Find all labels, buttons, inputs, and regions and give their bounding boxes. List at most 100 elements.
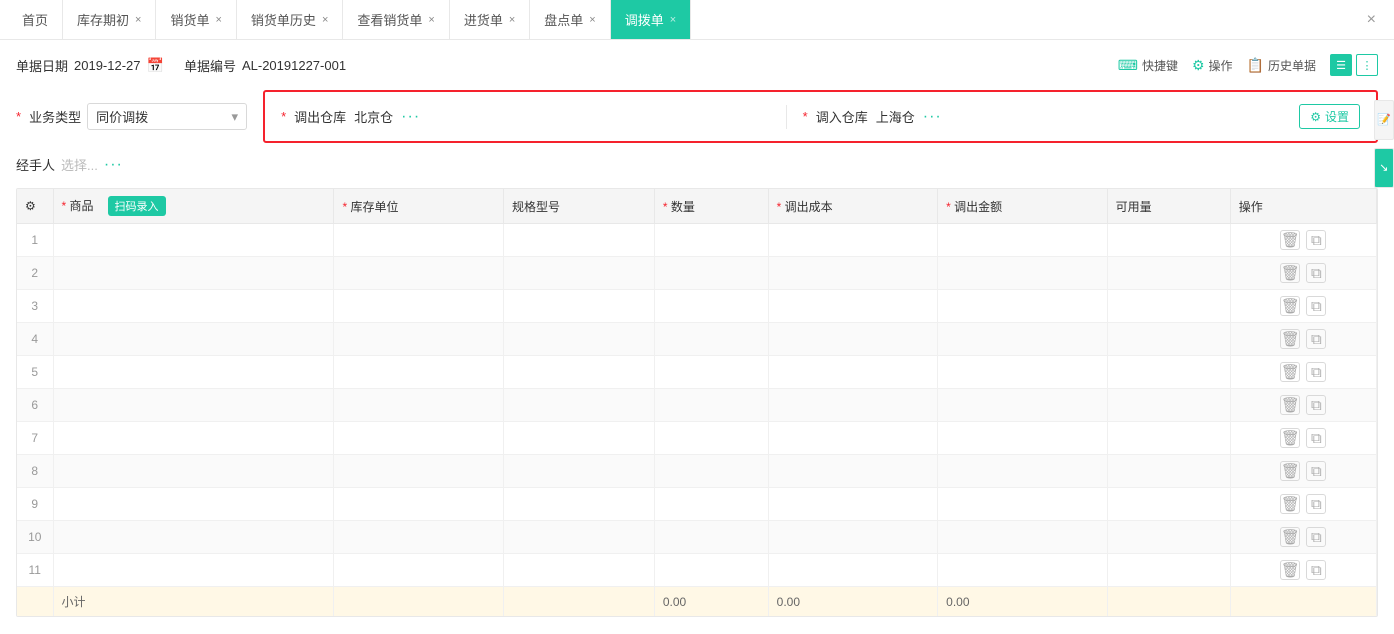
cell-spec[interactable] — [503, 356, 654, 389]
transfer-in-more-icon[interactable]: ··· — [923, 108, 942, 126]
transfer-out-more-icon[interactable]: ··· — [401, 108, 420, 126]
operation-btn[interactable]: ⚙ 操作 — [1192, 57, 1233, 74]
cell-cost[interactable] — [768, 422, 938, 455]
copy-row-button[interactable]: ⧉ — [1306, 329, 1326, 349]
cell-unit[interactable] — [334, 488, 504, 521]
cell-qty[interactable] — [654, 290, 768, 323]
manager-select[interactable]: 选择... — [61, 155, 98, 174]
delete-row-button[interactable]: 🗑 — [1280, 494, 1300, 514]
cell-cost[interactable] — [768, 389, 938, 422]
cell-product[interactable] — [53, 389, 334, 422]
tab-close-sales-history[interactable]: × — [322, 14, 328, 26]
cell-amount[interactable] — [938, 224, 1108, 257]
cell-cost[interactable] — [768, 356, 938, 389]
cell-product[interactable] — [53, 290, 334, 323]
cell-unit[interactable] — [334, 422, 504, 455]
cell-cost[interactable] — [768, 488, 938, 521]
cell-product[interactable] — [53, 554, 334, 587]
delete-row-button[interactable]: 🗑 — [1280, 395, 1300, 415]
cell-available[interactable] — [1107, 290, 1230, 323]
cell-amount[interactable] — [938, 389, 1108, 422]
cell-qty[interactable] — [654, 422, 768, 455]
history-btn[interactable]: 📋 历史单据 — [1247, 57, 1316, 74]
cell-cost[interactable] — [768, 290, 938, 323]
cell-qty[interactable] — [654, 554, 768, 587]
cell-qty[interactable] — [654, 455, 768, 488]
cell-product[interactable] — [53, 323, 334, 356]
cell-available[interactable] — [1107, 455, 1230, 488]
tab-inventory-check[interactable]: 盘点单 × — [530, 0, 610, 39]
cell-spec[interactable] — [503, 521, 654, 554]
cell-product[interactable] — [53, 224, 334, 257]
tab-transfer-order[interactable]: 调拨单 × — [611, 0, 691, 39]
tab-inventory-init[interactable]: 库存期初 × — [63, 0, 156, 39]
tab-view-sales[interactable]: 查看销货单 × — [343, 0, 449, 39]
cell-unit[interactable] — [334, 356, 504, 389]
cell-qty[interactable] — [654, 224, 768, 257]
cell-available[interactable] — [1107, 257, 1230, 290]
cell-product[interactable] — [53, 521, 334, 554]
cell-unit[interactable] — [334, 521, 504, 554]
cell-product[interactable] — [53, 455, 334, 488]
cell-available[interactable] — [1107, 422, 1230, 455]
cell-qty[interactable] — [654, 389, 768, 422]
cell-available[interactable] — [1107, 521, 1230, 554]
delete-row-button[interactable]: 🗑 — [1280, 263, 1300, 283]
copy-row-button[interactable]: ⧉ — [1306, 263, 1326, 283]
tab-close-view-sales[interactable]: × — [428, 14, 434, 26]
tab-close-transfer-order[interactable]: × — [670, 14, 676, 26]
copy-row-button[interactable]: ⧉ — [1306, 494, 1326, 514]
cell-available[interactable] — [1107, 389, 1230, 422]
cell-amount[interactable] — [938, 521, 1108, 554]
cell-unit[interactable] — [334, 224, 504, 257]
cell-qty[interactable] — [654, 521, 768, 554]
cell-available[interactable] — [1107, 554, 1230, 587]
cell-amount[interactable] — [938, 257, 1108, 290]
cell-product[interactable] — [53, 488, 334, 521]
cell-amount[interactable] — [938, 455, 1108, 488]
cell-available[interactable] — [1107, 356, 1230, 389]
cell-cost[interactable] — [768, 521, 938, 554]
cell-cost[interactable] — [768, 554, 938, 587]
copy-row-button[interactable]: ⧉ — [1306, 428, 1326, 448]
th-settings[interactable]: ⚙ — [17, 189, 53, 224]
layout-list-icon[interactable]: ☰ — [1330, 54, 1352, 76]
sidebar-expand-icon[interactable]: ↗ — [1374, 148, 1394, 188]
delete-row-button[interactable]: 🗑 — [1280, 560, 1300, 580]
cell-amount[interactable] — [938, 554, 1108, 587]
manager-more-icon[interactable]: ··· — [104, 156, 123, 174]
delete-row-button[interactable]: 🗑 — [1280, 362, 1300, 382]
cell-amount[interactable] — [938, 422, 1108, 455]
cell-unit[interactable] — [334, 455, 504, 488]
cell-available[interactable] — [1107, 323, 1230, 356]
cell-cost[interactable] — [768, 455, 938, 488]
cell-spec[interactable] — [503, 455, 654, 488]
cell-spec[interactable] — [503, 389, 654, 422]
cell-available[interactable] — [1107, 224, 1230, 257]
delete-row-button[interactable]: 🗑 — [1280, 428, 1300, 448]
cell-amount[interactable] — [938, 488, 1108, 521]
scan-entry-button[interactable]: 扫码录入 — [108, 196, 166, 216]
cell-spec[interactable] — [503, 257, 654, 290]
cell-qty[interactable] — [654, 257, 768, 290]
cell-cost[interactable] — [768, 257, 938, 290]
tab-purchase-order[interactable]: 进货单 × — [450, 0, 530, 39]
copy-row-button[interactable]: ⧉ — [1306, 230, 1326, 250]
copy-row-button[interactable]: ⧉ — [1306, 527, 1326, 547]
shortcut-key-btn[interactable]: ⌨ 快捷键 — [1118, 57, 1178, 74]
cell-qty[interactable] — [654, 488, 768, 521]
delete-row-button[interactable]: 🗑 — [1280, 461, 1300, 481]
cell-available[interactable] — [1107, 488, 1230, 521]
delete-row-button[interactable]: 🗑 — [1280, 296, 1300, 316]
settings-button[interactable]: ⚙ 设置 — [1299, 104, 1360, 129]
cell-spec[interactable] — [503, 488, 654, 521]
cell-spec[interactable] — [503, 224, 654, 257]
tab-home[interactable]: 首页 — [8, 0, 63, 39]
cell-unit[interactable] — [334, 290, 504, 323]
tab-sales-order[interactable]: 销货单 × — [156, 0, 236, 39]
delete-row-button[interactable]: 🗑 — [1280, 527, 1300, 547]
tab-close-inventory-check[interactable]: × — [589, 14, 595, 26]
cell-amount[interactable] — [938, 356, 1108, 389]
cell-product[interactable] — [53, 356, 334, 389]
cell-amount[interactable] — [938, 323, 1108, 356]
